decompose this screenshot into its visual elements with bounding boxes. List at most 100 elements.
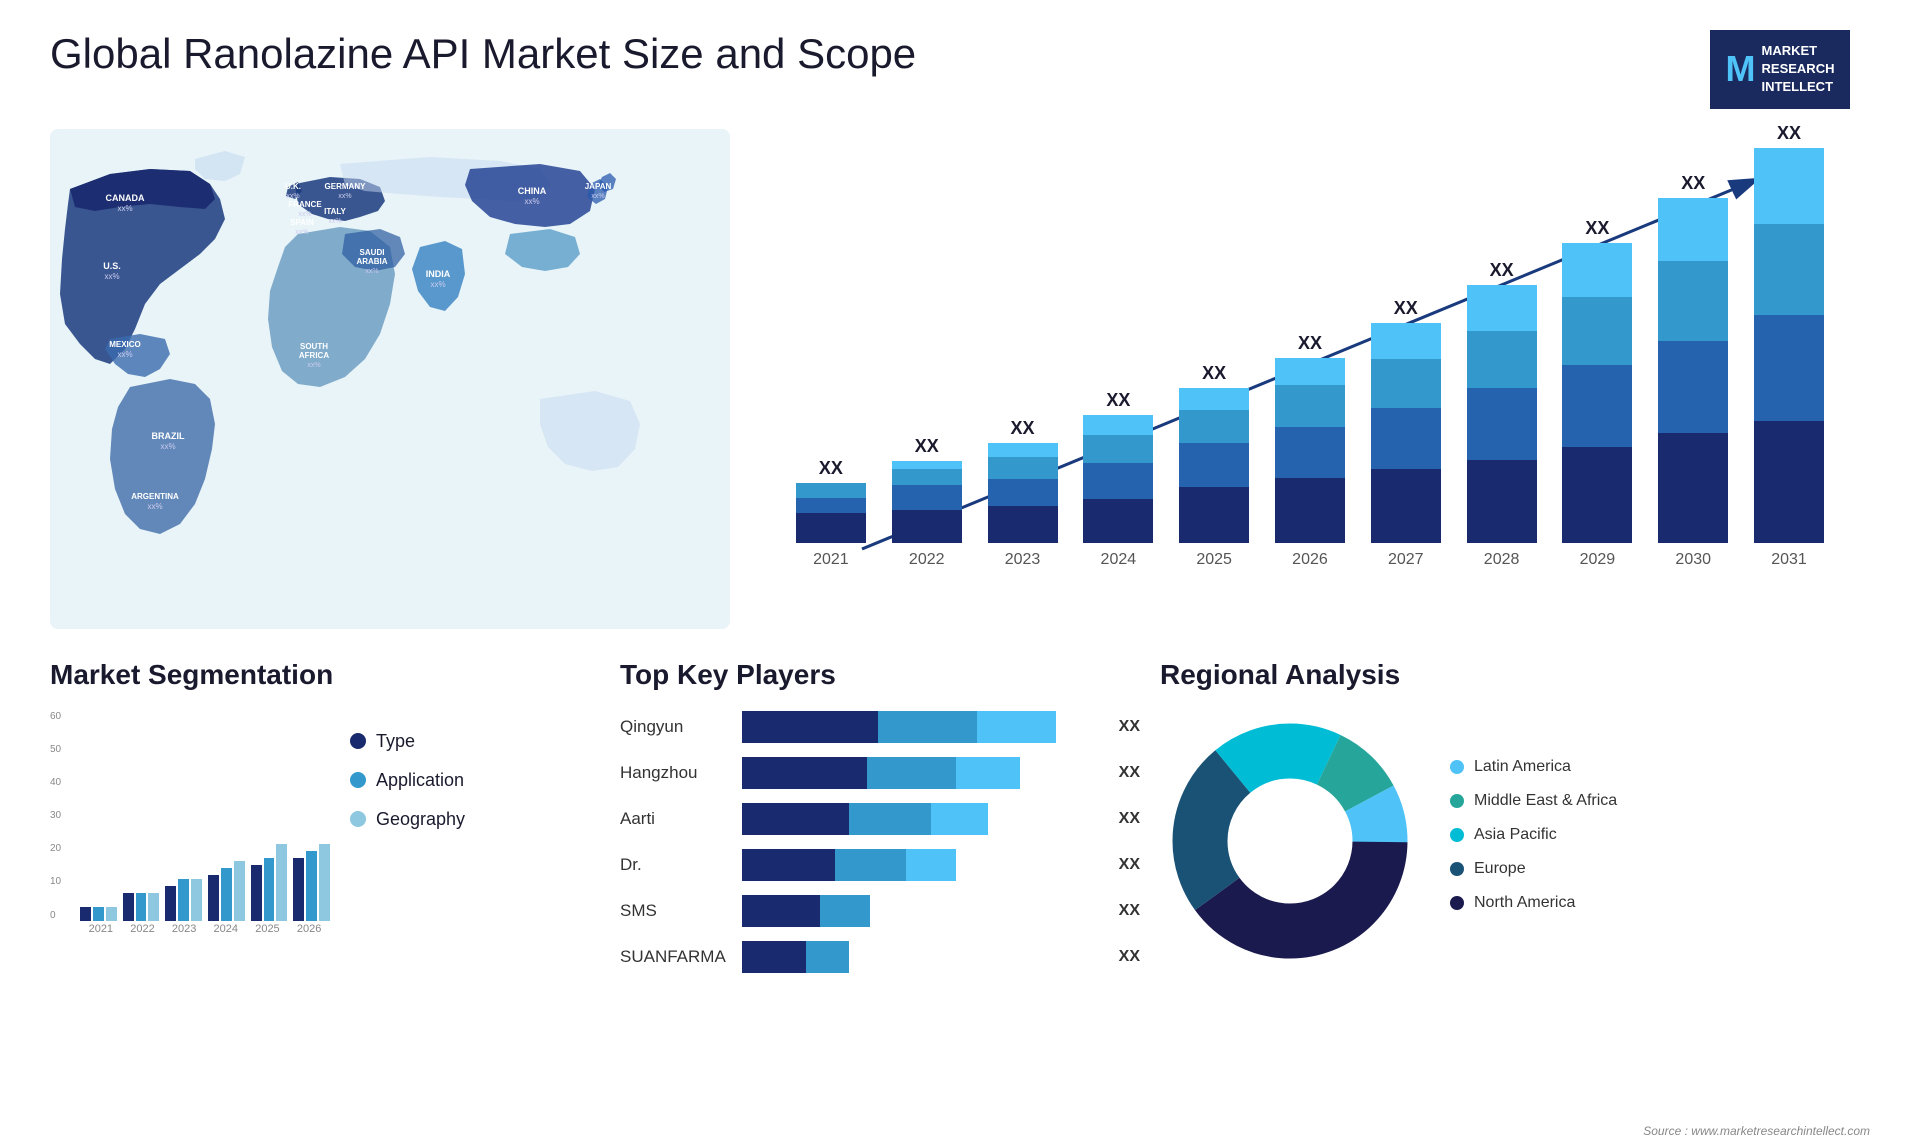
svg-text:xx%: xx%: [328, 218, 341, 225]
bar-2022: XX 2022: [886, 436, 968, 569]
svg-text:ARGENTINA: ARGENTINA: [131, 492, 179, 501]
seg-content: 0 10 20 30 40 50 60: [50, 711, 600, 951]
svg-text:INDIA: INDIA: [426, 269, 451, 279]
regional-content: Latin America Middle East & Africa Asia …: [1160, 711, 1870, 976]
bar-chart-inner: XX 2021 XX: [790, 149, 1830, 569]
top-section: CANADA xx% U.S. xx% MEXICO xx% BRAZIL xx…: [50, 129, 1870, 629]
svg-text:xx%: xx%: [117, 204, 132, 213]
regional-title: Regional Analysis: [1160, 659, 1870, 691]
svg-text:MEXICO: MEXICO: [109, 340, 141, 349]
player-xx-hangzhou: XX: [1119, 764, 1140, 782]
bar-2023: XX 2023: [982, 418, 1064, 569]
bars-area: XX 2021 XX: [790, 149, 1830, 569]
label-latin-america: Latin America: [1474, 758, 1571, 776]
player-row-hangzhou: Hangzhou XX: [620, 757, 1140, 789]
player-bar-suanfarma: [742, 941, 1099, 973]
legend-application: Application: [350, 770, 600, 791]
logo-container: M MARKET RESEARCH INTELLECT: [1690, 30, 1870, 109]
svg-text:SPAIN: SPAIN: [290, 218, 314, 227]
player-xx-qingyun: XX: [1119, 718, 1140, 736]
bar-label-2030: XX: [1681, 173, 1705, 194]
player-row-sms: SMS XX: [620, 895, 1140, 927]
donut-svg: [1160, 711, 1420, 971]
svg-text:xx%: xx%: [147, 502, 162, 511]
segmentation-container: Market Segmentation 0 10 20 30 40 50 60: [50, 659, 600, 987]
player-xx-aarti: XX: [1119, 810, 1140, 828]
dot-europe: [1450, 862, 1464, 876]
logo-m-letter: M: [1726, 44, 1756, 94]
bar-chart-container: XX 2021 XX: [750, 129, 1870, 629]
svg-text:ARABIA: ARABIA: [356, 257, 387, 266]
player-xx-sms: XX: [1119, 902, 1140, 920]
bar-label-2029: XX: [1585, 218, 1609, 239]
legend-middle-east-africa: Middle East & Africa: [1450, 792, 1870, 810]
svg-text:FRANCE: FRANCE: [288, 200, 322, 209]
svg-text:CHINA: CHINA: [518, 186, 547, 196]
source-text: Source : www.marketresearchintellect.com: [1643, 1124, 1870, 1138]
svg-text:SOUTH: SOUTH: [300, 342, 328, 351]
label-europe: Europe: [1474, 860, 1526, 878]
bar-2024: XX 2024: [1077, 390, 1159, 569]
seg-bar-2021: [80, 711, 117, 921]
svg-text:ITALY: ITALY: [324, 207, 346, 216]
bar-label-2026: XX: [1298, 333, 1322, 354]
svg-text:xx%: xx%: [338, 193, 351, 200]
player-row-suanfarma: SUANFARMA XX: [620, 941, 1140, 973]
bar-label-2027: XX: [1394, 298, 1418, 319]
player-xx-dr: XX: [1119, 856, 1140, 874]
bar-label-2021: XX: [819, 458, 843, 479]
players-title: Top Key Players: [620, 659, 1140, 691]
svg-text:xx%: xx%: [104, 272, 119, 281]
player-row-dr: Dr. XX: [620, 849, 1140, 881]
bar-2028: XX 2028: [1461, 260, 1543, 569]
legend-type: Type: [350, 731, 600, 752]
x-axis: 2021 2022 2023 2024 2025 2026: [80, 923, 330, 951]
label-asia-pacific: Asia Pacific: [1474, 826, 1557, 844]
donut-chart: [1160, 711, 1420, 976]
players-container: Top Key Players Qingyun XX Hangzhou: [620, 659, 1140, 987]
player-row-qingyun: Qingyun XX: [620, 711, 1140, 743]
dot-middle-east-africa: [1450, 794, 1464, 808]
svg-text:xx%: xx%: [430, 280, 445, 289]
legend-latin-america: Latin America: [1450, 758, 1870, 776]
legend-north-america: North America: [1450, 894, 1870, 912]
page-title: Global Ranolazine API Market Size and Sc…: [50, 30, 916, 78]
seg-legend: Type Application Geography: [350, 711, 600, 848]
seg-chart: 0 10 20 30 40 50 60: [50, 711, 330, 951]
svg-text:JAPAN: JAPAN: [585, 182, 612, 191]
header: Global Ranolazine API Market Size and Sc…: [50, 30, 1870, 109]
svg-text:xx%: xx%: [295, 229, 308, 236]
svg-text:xx%: xx%: [160, 442, 175, 451]
legend-geography: Geography: [350, 809, 600, 830]
legend-asia-pacific: Asia Pacific: [1450, 826, 1870, 844]
dot-latin-america: [1450, 760, 1464, 774]
bar-2029: XX 2029: [1557, 218, 1639, 569]
svg-text:GERMANY: GERMANY: [325, 182, 367, 191]
bar-2026: XX 2026: [1269, 333, 1351, 569]
player-name-hangzhou: Hangzhou: [620, 763, 730, 783]
player-name-suanfarma: SUANFARMA: [620, 947, 730, 967]
logo-text: MARKET RESEARCH INTELLECT: [1762, 42, 1835, 97]
segmentation-title: Market Segmentation: [50, 659, 600, 691]
bar-2031: XX 2031: [1748, 123, 1830, 569]
svg-text:SAUDI: SAUDI: [360, 248, 385, 257]
svg-text:BRAZIL: BRAZIL: [152, 431, 185, 441]
legend-label-type: Type: [376, 731, 415, 752]
bar-label-2024: XX: [1106, 390, 1130, 411]
player-bar-qingyun: [742, 711, 1099, 743]
regional-legend: Latin America Middle East & Africa Asia …: [1450, 758, 1870, 928]
bar-2025: XX 2025: [1173, 363, 1255, 569]
legend-europe: Europe: [1450, 860, 1870, 878]
player-name-aarti: Aarti: [620, 809, 730, 829]
player-name-sms: SMS: [620, 901, 730, 921]
svg-text:xx%: xx%: [524, 197, 539, 206]
svg-text:xx%: xx%: [298, 211, 311, 218]
bar-2027: XX 2027: [1365, 298, 1447, 569]
svg-text:xx%: xx%: [117, 350, 132, 359]
player-bar-sms: [742, 895, 1099, 927]
bar-2030: XX 2030: [1652, 173, 1734, 569]
svg-text:AFRICA: AFRICA: [299, 351, 329, 360]
seg-bar-2025: [251, 711, 288, 921]
logo-box: M MARKET RESEARCH INTELLECT: [1710, 30, 1851, 109]
map-container: CANADA xx% U.S. xx% MEXICO xx% BRAZIL xx…: [50, 129, 730, 629]
